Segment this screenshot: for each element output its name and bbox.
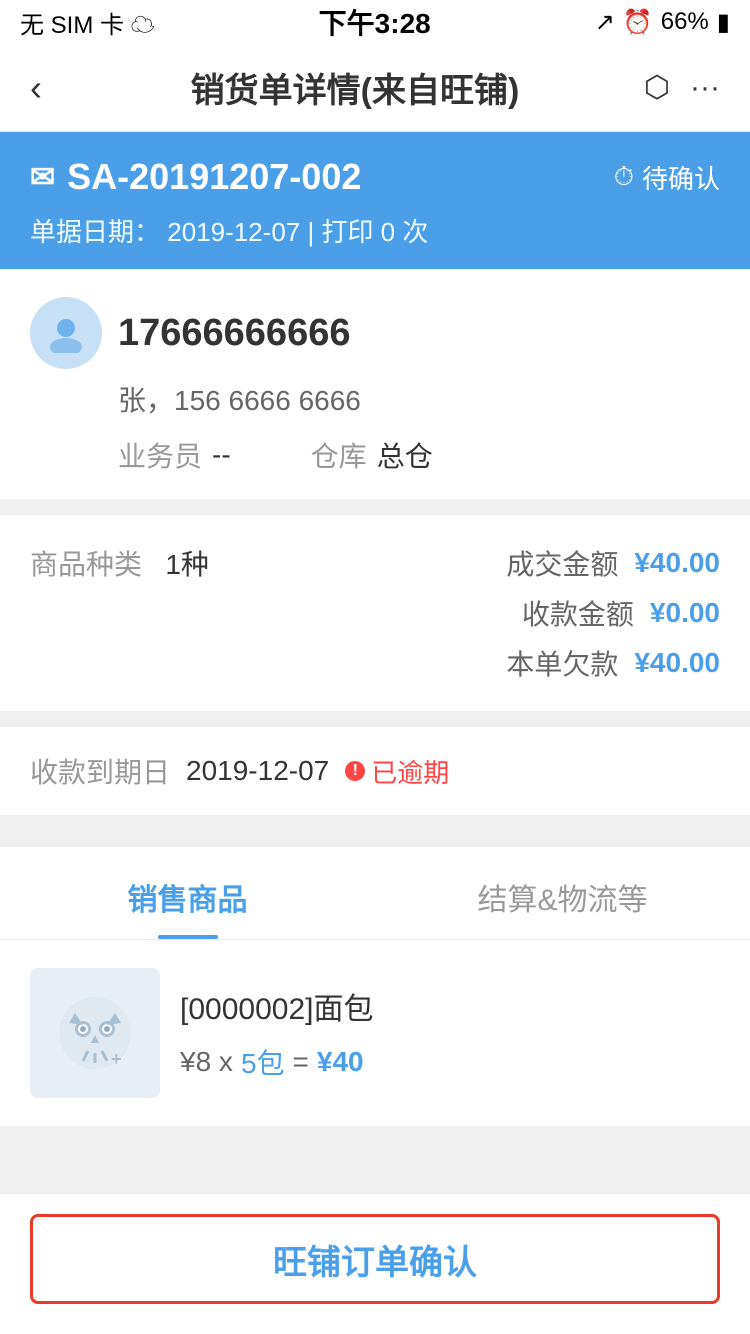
warehouse-label: 仓库 xyxy=(311,435,367,475)
product-unit-price: ¥8 x xyxy=(180,1046,233,1078)
share-icon[interactable]: ⬡ xyxy=(644,70,670,105)
amount-label: 成交金额 xyxy=(506,543,618,583)
amount-row: 成交金额 ¥40.00 xyxy=(506,543,720,583)
product-item: + [0000002]面包 ¥8 x 5包 = ¥40 xyxy=(0,940,750,1127)
customer-meta: 业务员 -- 仓库 总仓 xyxy=(118,435,720,475)
overdue-text: 已逾期 xyxy=(371,753,449,790)
amounts-area: 成交金额 ¥40.00 收款金额 ¥0.00 本单欠款 ¥40.00 xyxy=(506,543,720,683)
nav-actions: ⬡ ··· xyxy=(620,70,720,105)
sim-status: 无 SIM 卡 ☁ xyxy=(20,5,155,40)
status-time: 下午3:28 xyxy=(319,2,431,42)
customer-section: 17666666666 张，156 6666 6666 业务员 -- 仓库 总仓 xyxy=(0,269,750,499)
product-type-label: 商品种类 xyxy=(30,549,142,580)
product-type-area: 商品种类 1种 xyxy=(30,543,209,583)
equals-sign: = xyxy=(293,1046,309,1078)
overdue-badge: ! 已逾期 xyxy=(345,753,449,790)
due-date-label: 收款到期日 xyxy=(30,751,170,791)
status-bar: 无 SIM 卡 ☁ 下午3:28 ↗ ⏰ 66% ▮ xyxy=(0,0,750,44)
more-icon[interactable]: ··· xyxy=(690,71,720,105)
overdue-dot-icon: ! xyxy=(345,761,365,781)
debt-value: ¥40.00 xyxy=(634,647,720,679)
customer-name: 张，156 6666 6666 xyxy=(118,379,720,419)
status-right: ↗ ⏰ 66% ▮ xyxy=(595,8,730,37)
product-type-value: 1种 xyxy=(165,549,209,580)
debt-row: 本单欠款 ¥40.00 xyxy=(506,643,720,683)
received-row: 收款金额 ¥0.00 xyxy=(506,593,720,633)
separator xyxy=(0,831,750,847)
tab-sales-products[interactable]: 销售商品 xyxy=(0,847,375,939)
location-icon: ↗ xyxy=(595,8,615,37)
product-qty: 5包 xyxy=(241,1042,285,1082)
battery-icon: ▮ xyxy=(717,8,730,37)
product-total: ¥40 xyxy=(317,1046,364,1078)
tabs-section: 销售商品 结算&物流等 xyxy=(0,847,750,940)
order-date: 单据日期： 2019-12-07 | 打印 0 次 xyxy=(30,212,720,249)
status-text: 待确认 xyxy=(642,159,720,196)
products-section: + [0000002]面包 ¥8 x 5包 = ¥40 xyxy=(0,940,750,1127)
tabs-row: 销售商品 结算&物流等 xyxy=(0,847,750,939)
amount-value: ¥40.00 xyxy=(634,547,720,579)
nav-bar: ‹ 销货单详情(来自旺铺) ⬡ ··· xyxy=(0,44,750,132)
status-clock-icon: ⏱ xyxy=(614,161,634,193)
confirm-order-button[interactable]: 旺铺订单确认 xyxy=(30,1214,720,1304)
order-id: ✉ SA-20191207-002 xyxy=(30,156,361,198)
order-id-value: SA-20191207-002 xyxy=(67,156,361,198)
svg-text:+: + xyxy=(111,1049,122,1069)
salesperson-value: -- xyxy=(212,439,231,471)
customer-phone: 17666666666 xyxy=(118,312,350,355)
received-value: ¥0.00 xyxy=(650,597,720,629)
status-left: 无 SIM 卡 ☁ xyxy=(20,5,155,40)
product-name: [0000002]面包 xyxy=(180,984,720,1028)
salesperson-label: 业务员 xyxy=(118,435,202,475)
debt-label: 本单欠款 xyxy=(506,643,618,683)
order-status: ⏱ 待确认 xyxy=(614,159,720,196)
order-header: ✉ SA-20191207-002 ⏱ 待确认 单据日期： 2019-12-07… xyxy=(0,132,750,269)
alarm-icon: ⏰ xyxy=(623,8,653,37)
product-price-row: ¥8 x 5包 = ¥40 xyxy=(180,1042,720,1082)
warehouse-value: 总仓 xyxy=(377,435,433,475)
due-date-value: 2019-12-07 xyxy=(186,755,329,787)
avatar xyxy=(30,297,102,369)
back-button[interactable]: ‹ xyxy=(30,67,90,109)
received-label: 收款金额 xyxy=(522,593,634,633)
due-date-section: 收款到期日 2019-12-07 ! 已逾期 xyxy=(0,727,750,815)
page-title: 销货单详情(来自旺铺) xyxy=(90,63,620,112)
battery-level: 66% xyxy=(661,8,709,36)
bottom-bar: 旺铺订单确认 xyxy=(0,1193,750,1334)
product-thumbnail: + xyxy=(30,968,160,1098)
tab-settlement[interactable]: 结算&物流等 xyxy=(375,847,750,939)
product-info: [0000002]面包 ¥8 x 5包 = ¥40 xyxy=(180,984,720,1082)
order-id-icon: ✉ xyxy=(30,160,55,195)
summary-section: 商品种类 1种 成交金额 ¥40.00 收款金额 ¥0.00 本单欠款 ¥40.… xyxy=(0,515,750,711)
tab-underline xyxy=(158,935,218,939)
